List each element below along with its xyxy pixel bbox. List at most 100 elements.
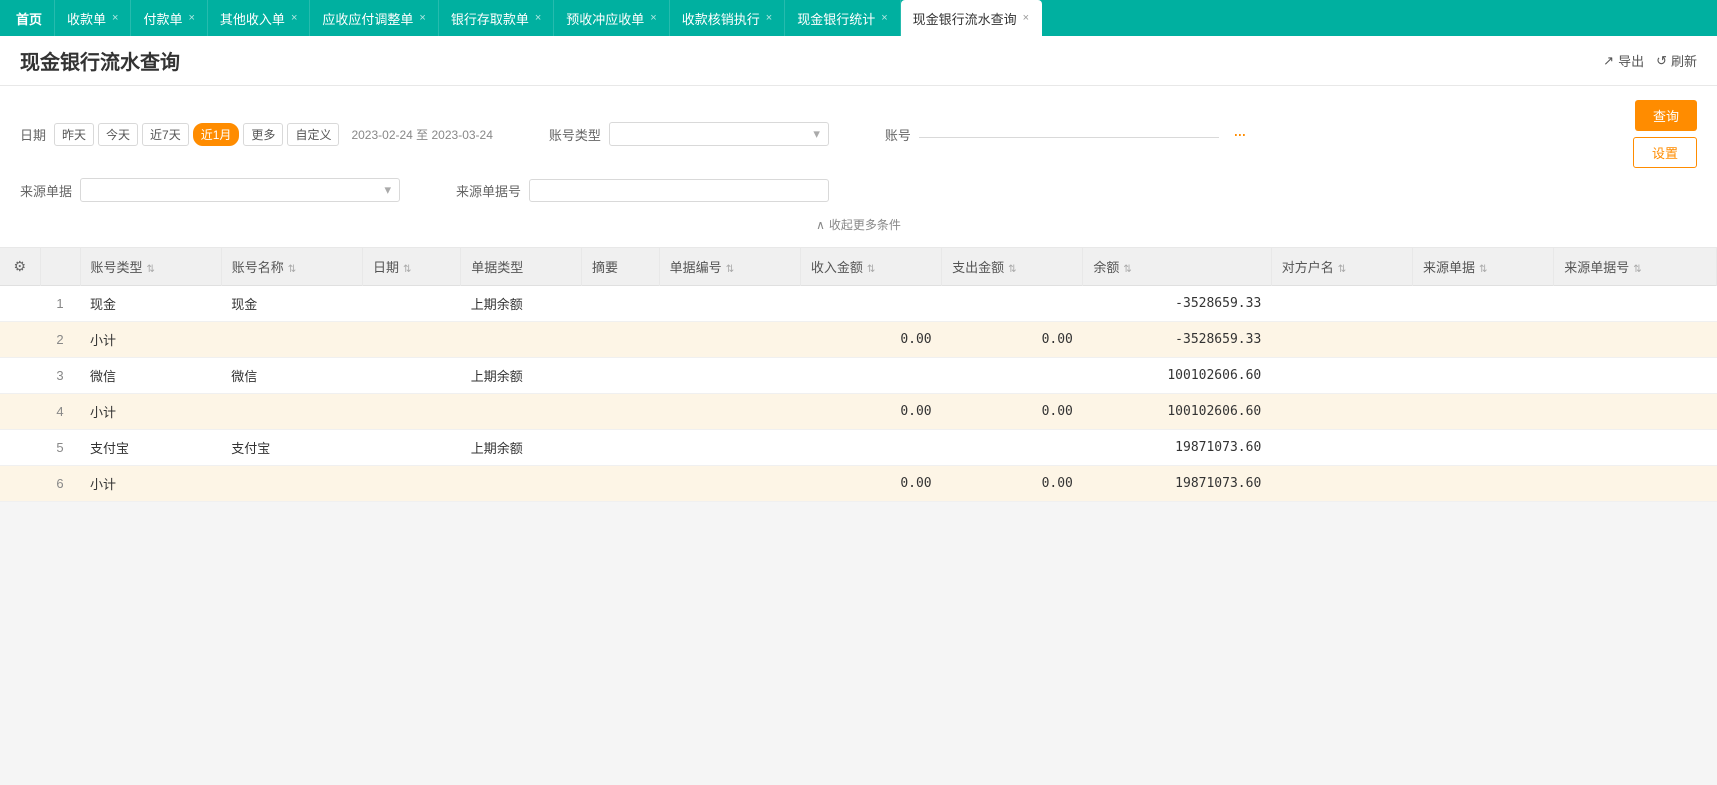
data-table: ⚙账号类型⇅账号名称⇅日期⇅单据类型摘要单据编号⇅收入金额⇅支出金额⇅余额⇅对方… <box>0 248 1717 502</box>
row-source-doc <box>1413 286 1554 322</box>
filter-area: 日期 昨天今天近7天近1月更多自定义 2023-02-24 至 2023-03-… <box>0 86 1717 248</box>
date-range-text: 2023-02-24 至 2023-03-24 <box>351 126 492 143</box>
row-account-name <box>221 466 362 502</box>
source-doc-no-label: 来源单据号 <box>456 181 521 200</box>
row-gear-cell <box>0 394 40 430</box>
sort-icon-counterparty: ⇅ <box>1338 264 1346 275</box>
nav-item-cash-flow[interactable]: 现金银行流水查询× <box>901 0 1042 36</box>
date-shortcut-近7天[interactable]: 近7天 <box>142 123 189 146</box>
nav-item-bank-deposit[interactable]: 银行存取款单× <box>439 0 554 36</box>
row-number: 6 <box>40 466 80 502</box>
column-header-source_doc[interactable]: 来源单据⇅ <box>1413 248 1554 286</box>
date-shortcut-近1月[interactable]: 近1月 <box>193 123 240 146</box>
sort-icon-balance: ⇅ <box>1123 264 1131 275</box>
row-source-doc-no <box>1554 358 1717 394</box>
date-shortcut-今天[interactable]: 今天 <box>98 123 138 146</box>
source-doc-chevron-icon: ▾ <box>384 182 391 198</box>
nav-item-receipt-verify[interactable]: 收款核销执行× <box>670 0 785 36</box>
row-gear-cell <box>0 358 40 394</box>
nav-item-cash-stats[interactable]: 现金银行统计× <box>785 0 900 36</box>
nav-item-payment[interactable]: 付款单× <box>131 0 207 36</box>
nav-item-receipt[interactable]: 收款单× <box>55 0 131 36</box>
date-shortcut-昨天[interactable]: 昨天 <box>54 123 94 146</box>
row-source-doc <box>1413 430 1554 466</box>
refresh-button[interactable]: ↺ 刷新 <box>1656 51 1697 70</box>
nav-close-icon-other-income[interactable]: × <box>291 12 297 24</box>
nav-close-icon-ar-ap-adjust[interactable]: × <box>419 12 425 24</box>
row-counterparty <box>1271 394 1412 430</box>
column-header-counterparty[interactable]: 对方户名⇅ <box>1271 248 1412 286</box>
column-header-source_doc_no[interactable]: 来源单据号⇅ <box>1554 248 1717 286</box>
row-doc-no <box>659 358 800 394</box>
row-doc-type <box>461 394 582 430</box>
action-buttons: 查询 设置 <box>1633 100 1697 168</box>
row-income: 0.00 <box>800 322 941 358</box>
table-row: 4小计0.000.00100102606.60 <box>0 394 1717 430</box>
row-summary <box>581 466 659 502</box>
row-gear-cell <box>0 322 40 358</box>
nav-item-other-income[interactable]: 其他收入单× <box>208 0 310 36</box>
row-balance: -3528659.33 <box>1083 286 1271 322</box>
date-filter-group: 日期 昨天今天近7天近1月更多自定义 2023-02-24 至 2023-03-… <box>20 123 493 146</box>
row-date <box>362 430 460 466</box>
nav-item-home[interactable]: 首页 <box>4 0 55 36</box>
column-header-date[interactable]: 日期⇅ <box>362 248 460 286</box>
row-account-name <box>221 322 362 358</box>
table-row: 1现金现金上期余额-3528659.33 <box>0 286 1717 322</box>
export-button[interactable]: ↗ 导出 <box>1603 51 1644 70</box>
nav-close-icon-receipt[interactable]: × <box>112 12 118 24</box>
nav-close-icon-bank-deposit[interactable]: × <box>535 12 541 24</box>
row-doc-no <box>659 322 800 358</box>
column-header-account_type[interactable]: 账号类型⇅ <box>80 248 221 286</box>
column-header-gear[interactable]: ⚙ <box>0 248 40 286</box>
page-header: 现金银行流水查询 ↗ 导出 ↺ 刷新 <box>0 36 1717 86</box>
row-gear-cell <box>0 466 40 502</box>
row-gear-cell <box>0 286 40 322</box>
source-doc-label: 来源单据 <box>20 181 72 200</box>
column-header-doc_no[interactable]: 单据编号⇅ <box>659 248 800 286</box>
row-source-doc-no <box>1554 466 1717 502</box>
nav-close-icon-pre-receive[interactable]: × <box>650 12 656 24</box>
row-account-type: 微信 <box>80 358 221 394</box>
column-header-expense[interactable]: 支出金额⇅ <box>942 248 1083 286</box>
row-doc-type: 上期余额 <box>461 430 582 466</box>
row-doc-no <box>659 394 800 430</box>
row-income <box>800 286 941 322</box>
account-type-filter-group: 账号类型 ▾ <box>549 122 829 146</box>
nav-close-icon-cash-flow[interactable]: × <box>1023 12 1029 24</box>
query-button[interactable]: 查询 <box>1635 100 1697 131</box>
collapse-bar[interactable]: ∧ 收起更多条件 <box>20 212 1697 233</box>
account-dots-button[interactable]: ··· <box>1233 124 1245 145</box>
column-header-balance[interactable]: 余额⇅ <box>1083 248 1271 286</box>
nav-close-icon-cash-stats[interactable]: × <box>881 12 887 24</box>
account-select[interactable] <box>919 131 1219 138</box>
top-nav: 首页收款单×付款单×其他收入单×应收应付调整单×银行存取款单×预收冲应收单×收款… <box>0 0 1717 36</box>
column-header-income[interactable]: 收入金额⇅ <box>800 248 941 286</box>
date-shortcut-更多[interactable]: 更多 <box>243 123 283 146</box>
row-balance: 19871073.60 <box>1083 430 1271 466</box>
row-summary <box>581 394 659 430</box>
nav-item-pre-receive[interactable]: 预收冲应收单× <box>554 0 669 36</box>
row-counterparty <box>1271 430 1412 466</box>
sort-icon-doc_no: ⇅ <box>726 264 734 275</box>
row-number: 4 <box>40 394 80 430</box>
column-header-account_name[interactable]: 账号名称⇅ <box>221 248 362 286</box>
sort-icon-account_name: ⇅ <box>288 264 296 275</box>
row-account-name <box>221 394 362 430</box>
nav-item-ar-ap-adjust[interactable]: 应收应付调整单× <box>310 0 438 36</box>
nav-close-icon-receipt-verify[interactable]: × <box>766 12 772 24</box>
filter-row-1: 日期 昨天今天近7天近1月更多自定义 2023-02-24 至 2023-03-… <box>20 100 1697 168</box>
source-doc-select[interactable]: ▾ <box>80 178 400 202</box>
row-account-type: 现金 <box>80 286 221 322</box>
nav-close-icon-payment[interactable]: × <box>188 12 194 24</box>
account-type-select[interactable]: ▾ <box>609 122 829 146</box>
row-source-doc <box>1413 394 1554 430</box>
row-summary <box>581 286 659 322</box>
row-expense <box>942 286 1083 322</box>
date-shortcut-自定义[interactable]: 自定义 <box>287 123 339 146</box>
settings-button[interactable]: 设置 <box>1633 137 1697 168</box>
source-doc-no-input[interactable] <box>529 179 829 202</box>
gear-icon[interactable]: ⚙ <box>13 258 26 274</box>
account-type-chevron-icon: ▾ <box>813 126 820 142</box>
column-header-doc_type: 单据类型 <box>461 248 582 286</box>
